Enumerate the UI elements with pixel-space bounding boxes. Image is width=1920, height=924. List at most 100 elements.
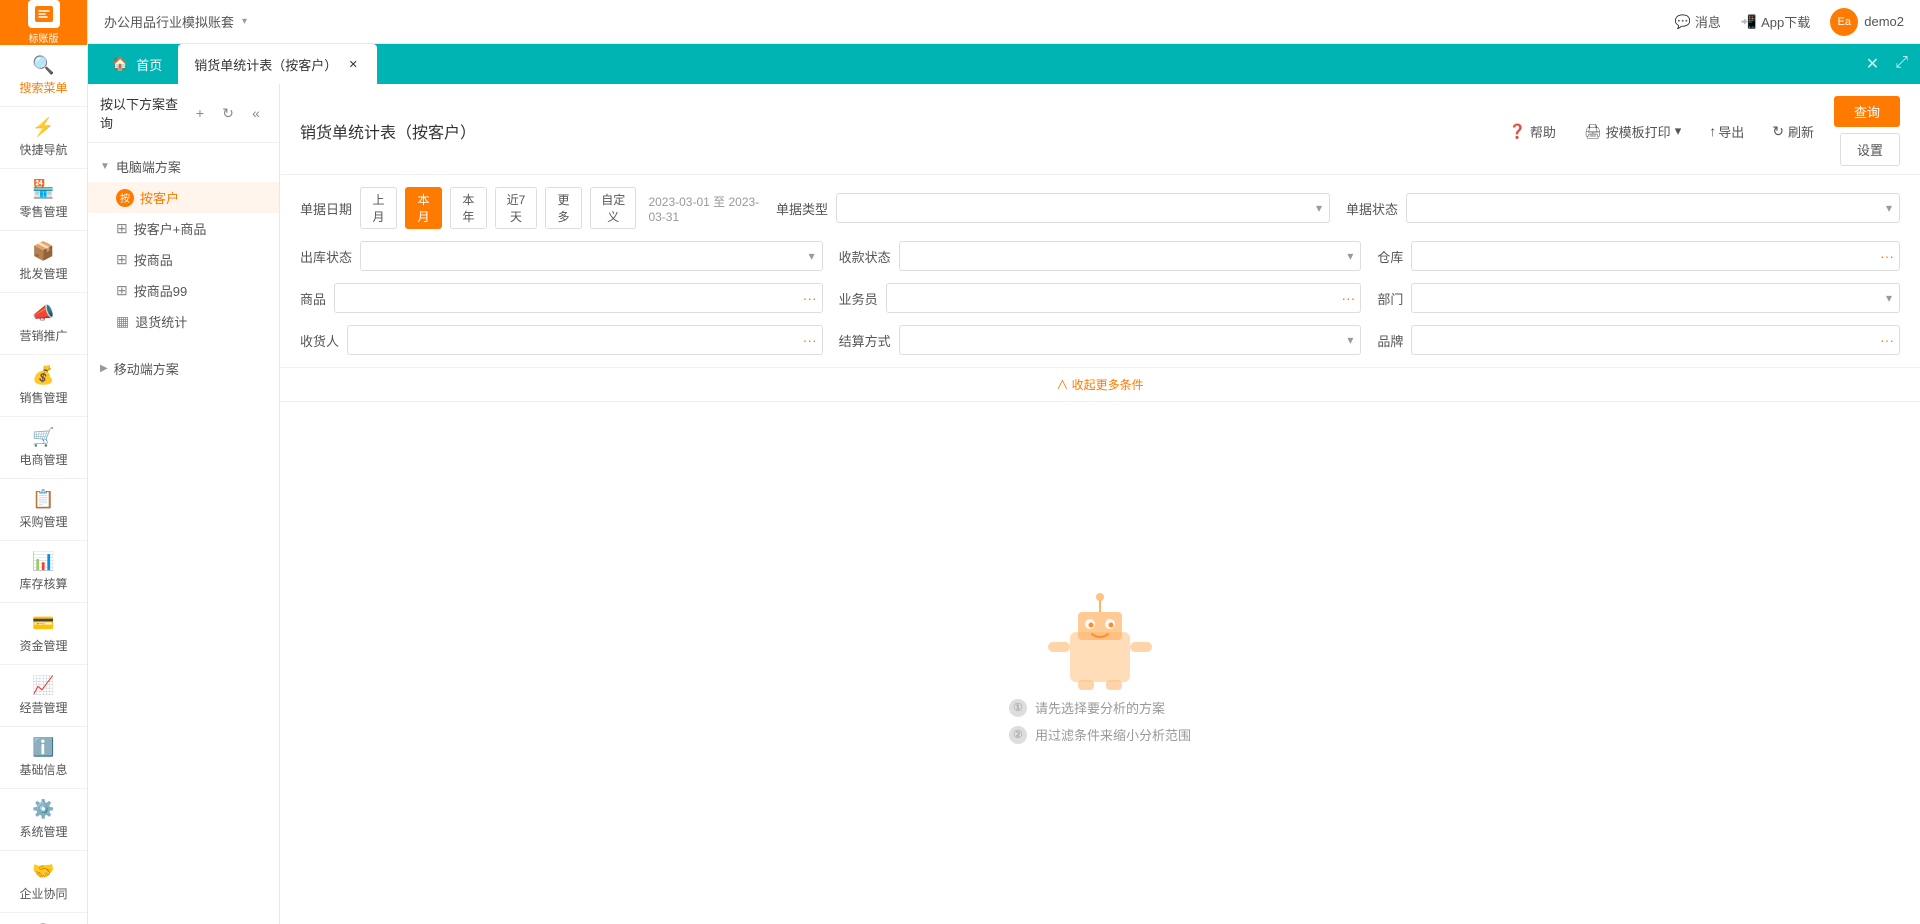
sidebar-item-label: 库存核算 xyxy=(19,575,67,592)
help-icon: ❓ xyxy=(1508,123,1525,140)
tab-label: 销货单统计表（按客户） xyxy=(194,55,337,74)
sidebar-item-sales-mgmt[interactable]: 💰 销售管理 xyxy=(0,355,88,417)
user-area[interactable]: Ea demo2 xyxy=(1830,8,1904,36)
query-button[interactable]: 查询 xyxy=(1834,96,1900,127)
refresh-scheme-btn[interactable]: ↻ xyxy=(217,102,239,124)
date-btn-last-7-days[interactable]: 近7天 xyxy=(495,187,537,229)
tab-minimize-icon[interactable]: ✕ xyxy=(1862,50,1883,78)
app-download-btn[interactable]: 📲 App下载 xyxy=(1741,12,1810,31)
brand-input[interactable] xyxy=(1411,325,1900,355)
department-dropdown[interactable] xyxy=(1411,283,1900,313)
tab-home[interactable]: 🏠 首页 xyxy=(96,44,178,84)
grid-icon-3: ⊞ xyxy=(116,282,128,299)
refresh-btn[interactable]: ↻ 刷新 xyxy=(1764,118,1822,145)
date-btn-more[interactable]: 更多 xyxy=(545,187,582,229)
tree-item-by-goods[interactable]: ⊞ 按商品 xyxy=(88,244,279,275)
tree-item-by-customer[interactable]: 按 按客户 xyxy=(88,182,279,213)
payment-dropdown[interactable] xyxy=(899,241,1362,271)
goods-input[interactable] xyxy=(334,283,823,313)
tab-sales-stat[interactable]: 销货单统计表（按客户） ✕ xyxy=(178,44,377,84)
receiver-input[interactable] xyxy=(347,325,823,355)
tree-group-mobile[interactable]: ▶ 移动端方案 xyxy=(88,353,279,384)
left-panel: 按以下方案查询 + ↻ « ▼ 电脑端方案 按 按客户 ⊞ xyxy=(88,84,280,924)
settings-button[interactable]: 设置 xyxy=(1840,133,1900,166)
settlement-select[interactable] xyxy=(899,325,1362,355)
filter-row-4: 收货人 ··· 结算方式 品牌 xyxy=(300,325,1900,355)
tree-item-label: 按商品 xyxy=(134,250,173,269)
sidebar-item-label: 电商管理 xyxy=(19,451,67,468)
sidebar-item-inventory-calc[interactable]: 📊 库存核算 xyxy=(0,541,88,603)
tab-maximize-icon[interactable]: ⤢ xyxy=(1891,50,1912,78)
date-btn-last-month[interactable]: 上月 xyxy=(360,187,397,229)
sidebar-item-search-menu[interactable]: 🔍 搜索菜单 xyxy=(0,45,88,107)
order-type-dropdown[interactable] xyxy=(836,193,1330,223)
goods-dots-icon[interactable]: ··· xyxy=(803,290,817,306)
tree-item-return-stat[interactable]: ▦ 退货统计 xyxy=(88,306,279,337)
sidebar-item-system-mgmt[interactable]: ⚙️ 系统管理 xyxy=(0,789,88,851)
warehouse-input-area[interactable]: ··· xyxy=(1411,241,1900,271)
help-btn[interactable]: ❓ 帮助 xyxy=(1500,118,1563,145)
order-type-select[interactable] xyxy=(836,193,1330,223)
warehouse-input[interactable] xyxy=(1411,241,1900,271)
receiver-input-area[interactable]: ··· xyxy=(347,325,823,355)
sidebar-item-wholesale-mgmt[interactable]: 📦 批发管理 xyxy=(0,231,88,293)
filter-row-2: 出库状态 收款状态 仓库 xyxy=(300,241,1900,271)
filter-row-1: 单据日期 上月 本月 本年 近7天 更多 自定义 2023-03-01 至 20… xyxy=(300,187,1900,229)
message-btn[interactable]: 💬 消息 xyxy=(1675,12,1721,31)
sales-icon: 💰 xyxy=(32,365,54,386)
export-btn[interactable]: ↑ 导出 xyxy=(1701,118,1752,145)
tree-item-by-customer-goods[interactable]: ⊞ 按客户+商品 xyxy=(88,213,279,244)
delivery-select[interactable] xyxy=(360,241,823,271)
sidebar-item-quick-nav[interactable]: ⚡ 快捷导航 xyxy=(0,107,88,169)
sidebar-item-enterprise-coop[interactable]: 🤝 企业协同 xyxy=(0,851,88,913)
add-scheme-btn[interactable]: + xyxy=(189,102,211,124)
sidebar-item-label: 经营管理 xyxy=(19,699,67,716)
sidebar-item-ecommerce-mgmt[interactable]: 🛒 电商管理 xyxy=(0,417,88,479)
template-print-btn[interactable]: 🖨 按模板打印 ▾ xyxy=(1576,118,1689,145)
settlement-dropdown[interactable] xyxy=(899,325,1362,355)
sidebar-item-ops-mgmt[interactable]: 📈 经营管理 xyxy=(0,665,88,727)
receiver-dots-icon[interactable]: ··· xyxy=(803,332,817,348)
date-btn-custom[interactable]: 自定义 xyxy=(590,187,636,229)
tab-close-icon[interactable]: ✕ xyxy=(345,56,361,72)
payment-select[interactable] xyxy=(899,241,1362,271)
order-status-dropdown[interactable] xyxy=(1406,193,1900,223)
sidebar-item-new-guide[interactable]: 🎯 新手引导 xyxy=(0,913,88,924)
filter-item-settlement: 结算方式 xyxy=(839,325,1362,355)
sidebar-item-label: 批发管理 xyxy=(19,265,67,282)
by-customer-icon: 按 xyxy=(116,189,134,207)
page-title: 销货单统计表（按客户） xyxy=(300,119,476,143)
collapse-panel-btn[interactable]: « xyxy=(245,102,267,124)
app-title-dropdown-icon[interactable]: ▾ xyxy=(242,16,247,27)
warehouse-dots-icon[interactable]: ··· xyxy=(1880,248,1894,264)
quick-nav-icon: ⚡ xyxy=(32,117,54,138)
salesperson-input-area[interactable]: ··· xyxy=(886,283,1362,313)
sidebar: 标账版 🔍 搜索菜单 ⚡ 快捷导航 🏪 零售管理 📦 批发管理 📣 营销推广 💰… xyxy=(0,0,88,924)
date-btn-this-month[interactable]: 本月 xyxy=(405,187,442,229)
sidebar-item-label: 零售管理 xyxy=(19,203,67,220)
brand-dots-icon[interactable]: ··· xyxy=(1880,332,1894,348)
delivery-dropdown[interactable] xyxy=(360,241,823,271)
date-btn-this-year[interactable]: 本年 xyxy=(450,187,487,229)
sidebar-item-purchase-mgmt[interactable]: 📋 采购管理 xyxy=(0,479,88,541)
sidebar-item-label: 营销推广 xyxy=(19,327,67,344)
collapse-more-conditions-btn[interactable]: ∧ 收起更多条件 xyxy=(280,368,1920,402)
department-select[interactable] xyxy=(1411,283,1900,313)
receiver-label: 收货人 xyxy=(300,331,339,350)
sidebar-item-capital-mgmt[interactable]: 💳 资金管理 xyxy=(0,603,88,665)
help-label: 帮助 xyxy=(1530,122,1556,141)
sidebar-item-label: 搜索菜单 xyxy=(19,79,67,96)
order-status-select[interactable] xyxy=(1406,193,1900,223)
avatar: Ea xyxy=(1830,8,1858,36)
sidebar-item-retail-mgmt[interactable]: 🏪 零售管理 xyxy=(0,169,88,231)
salesperson-input[interactable] xyxy=(886,283,1362,313)
goods-input-area[interactable]: ··· xyxy=(334,283,823,313)
tree-expand-icon-mobile: ▶ xyxy=(100,363,108,374)
sidebar-item-basic-info[interactable]: ℹ️ 基础信息 xyxy=(0,727,88,789)
salesperson-dots-icon[interactable]: ··· xyxy=(1341,290,1355,306)
brand-input-area[interactable]: ··· xyxy=(1411,325,1900,355)
tree-group-desktop[interactable]: ▼ 电脑端方案 xyxy=(88,151,279,182)
payment-label: 收款状态 xyxy=(839,247,891,266)
sidebar-item-marketing[interactable]: 📣 营销推广 xyxy=(0,293,88,355)
tree-item-by-goods99[interactable]: ⊞ 按商品99 xyxy=(88,275,279,306)
